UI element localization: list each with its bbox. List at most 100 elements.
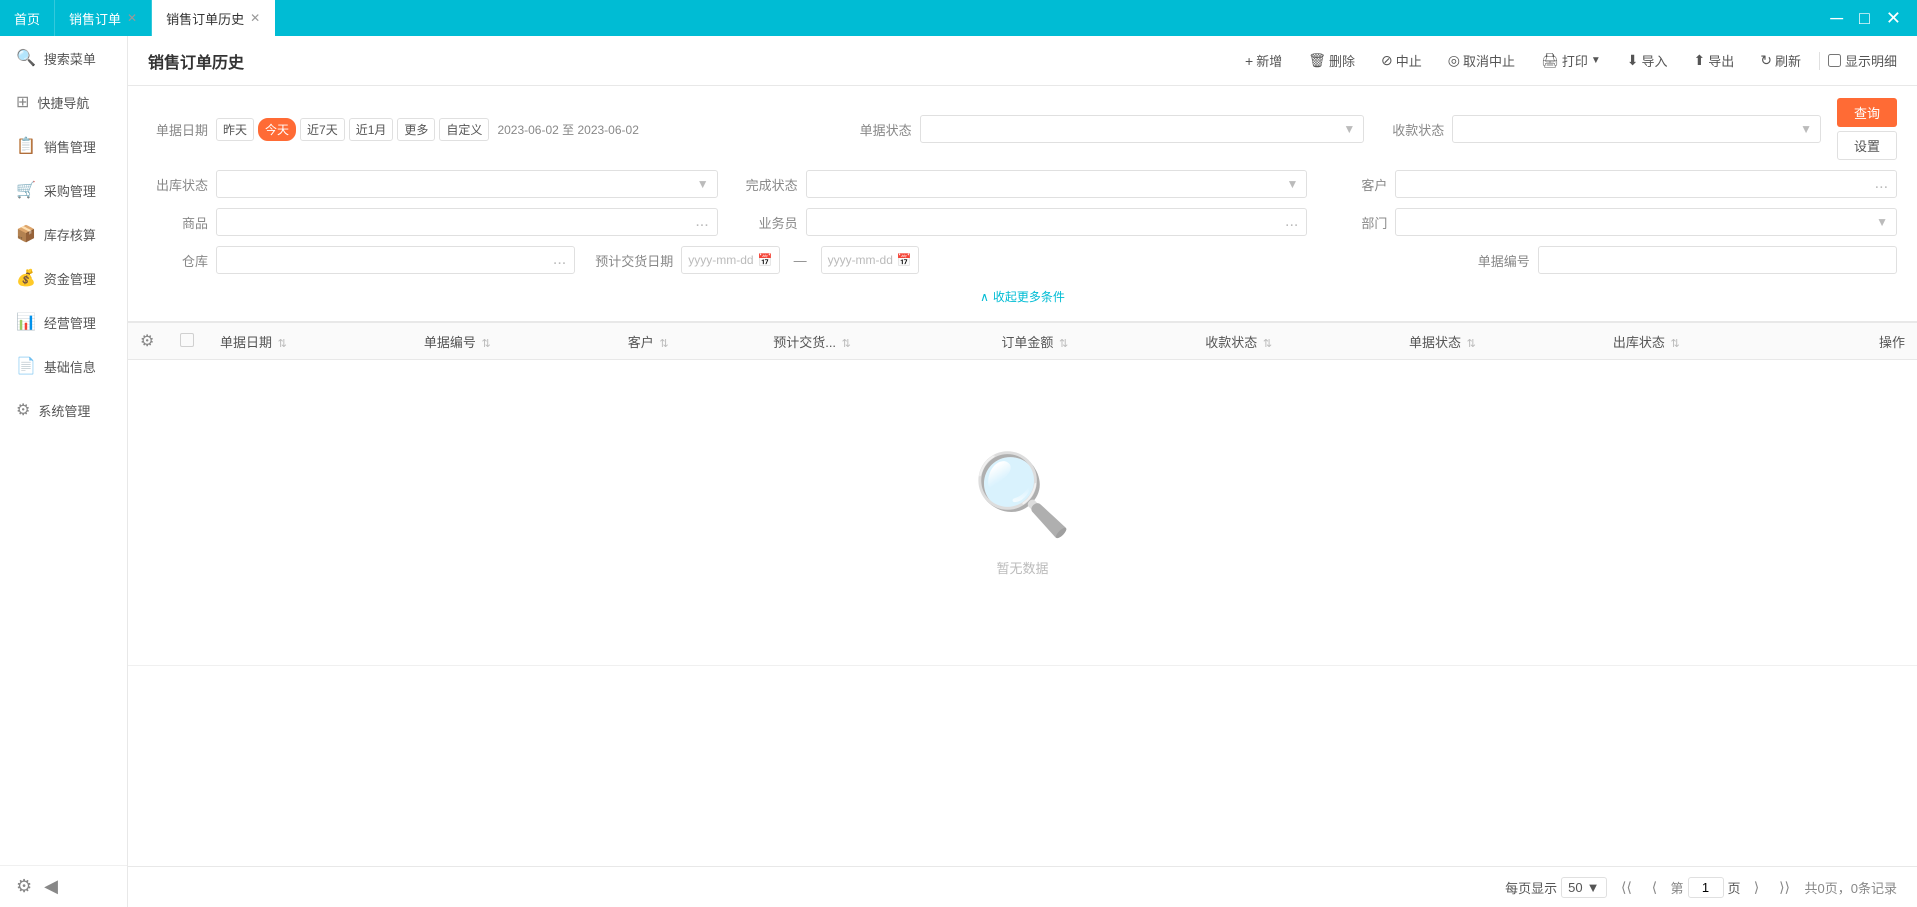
last-page-btn[interactable]: ⟩⟩ [1773,875,1797,899]
completion-status-control[interactable]: ▼ [806,170,1308,198]
payment-status-label: 收款状态 [1384,120,1444,139]
voucher-number-control[interactable] [1538,246,1897,274]
sidebar-item-quick-nav[interactable]: ⊞ 快捷导航 [0,80,127,124]
minimize-btn[interactable]: ─ [1826,8,1847,29]
product-control[interactable]: ... [216,208,718,236]
sidebar-item-sales[interactable]: 📋 销售管理 [0,124,127,168]
sidebar-item-finance[interactable]: 💰 资金管理 [0,256,127,300]
th-customer-sort[interactable]: ⇅ [659,338,668,350]
th-status: 单据状态 ⇅ [1397,323,1601,360]
display-toggle-checkbox[interactable] [1828,54,1841,67]
th-date-label: 单据日期 [220,335,272,350]
export-label: 导出 [1708,51,1734,70]
th-delivery-sort[interactable]: ⇅ [1671,338,1680,350]
th-payment-sort[interactable]: ⇅ [1263,338,1272,350]
salesperson-ellipsis[interactable]: ... [1285,213,1298,231]
voucher-status-control[interactable]: ▼ [920,115,1365,143]
tab-home[interactable]: 首页 [0,0,55,36]
calendar-to-icon[interactable]: 📅 [897,253,912,267]
sidebar-search-label: 搜索菜单 [44,49,96,68]
customer-ellipsis[interactable]: ... [1875,175,1888,193]
expected-date-to[interactable]: yyyy-mm-dd 📅 [821,246,919,274]
tab-sales-order-history[interactable]: 销售订单历史 ✕ [152,0,275,36]
prev-page-btn[interactable]: ⟨ [1643,875,1667,899]
payment-status-control[interactable]: ▼ [1452,115,1821,143]
completion-status-label: 完成状态 [738,175,798,194]
operation-icon: 📊 [16,312,36,332]
tab-sales-order-history-close[interactable]: ✕ [250,11,260,25]
page-word: 第 [1671,878,1684,897]
delivery-status-control[interactable]: ▼ [216,170,718,198]
date-more-btn[interactable]: 更多 [397,118,435,141]
next-page-btn[interactable]: ⟩ [1745,875,1769,899]
print-button[interactable]: 🖨 打印 ▼ [1531,46,1611,75]
collapse-button[interactable]: ∧ 收起更多条件 [980,284,1065,309]
department-control[interactable]: ▼ [1395,208,1897,236]
date-custom-btn[interactable]: 自定义 [439,118,489,141]
export-button[interactable]: ⬆ 导出 [1683,46,1744,75]
th-payment: 收款状态 ⇅ [1193,323,1397,360]
sidebar-bottom: ⚙ ◀ [0,865,127,907]
tab-sales-order[interactable]: 销售订单 ✕ [55,0,152,36]
tab-sales-order-close[interactable]: ✕ [127,11,137,25]
refresh-button[interactable]: ↻ 刷新 [1750,46,1811,75]
stop-button[interactable]: ⊘ 中止 [1371,46,1432,75]
th-status-sort[interactable]: ⇅ [1467,338,1476,350]
sidebar-collapse-icon[interactable]: ◀ [44,876,58,897]
sidebar-search[interactable]: 🔍 搜索菜单 [0,36,127,80]
th-amount: 订单金额 ⇅ [989,323,1193,360]
sidebar-item-basic-info[interactable]: 📄 基础信息 [0,344,127,388]
cancel-stop-icon: ◎ [1448,52,1460,69]
close-btn[interactable]: ✕ [1882,8,1905,29]
th-number-sort[interactable]: ⇅ [481,338,490,350]
sidebar-item-operation[interactable]: 📊 经营管理 [0,300,127,344]
sidebar-item-inventory[interactable]: 📦 库存核算 [0,212,127,256]
query-settings-btns: 查询 设置 [1837,98,1897,160]
add-button[interactable]: + 新增 [1235,46,1292,75]
delete-button[interactable]: 🗑 删除 [1298,46,1365,75]
customer-control[interactable]: ... [1395,170,1897,198]
refresh-icon: ↻ [1760,52,1772,69]
first-page-btn[interactable]: ⟨⟨ [1615,875,1639,899]
th-date-sort[interactable]: ⇅ [278,338,287,350]
settings-button[interactable]: 设置 [1837,131,1897,160]
sidebar-item-system[interactable]: ⚙ 系统管理 [0,388,127,432]
filter-product: 商品 ... [148,208,718,236]
sidebar-settings-icon[interactable]: ⚙ [16,876,32,897]
warehouse-control[interactable]: ... [216,246,575,274]
date-yesterday-btn[interactable]: 昨天 [216,118,254,141]
th-delivery-label: 出库状态 [1613,335,1665,350]
filter-voucher-status: 单据状态 ▼ [852,115,1365,143]
date-last1m-btn[interactable]: 近1月 [349,118,394,141]
salesperson-control[interactable]: ... [806,208,1308,236]
product-ellipsis[interactable]: ... [695,213,708,231]
select-all-checkbox[interactable] [180,333,194,347]
expected-date-from[interactable]: yyyy-mm-dd 📅 [681,246,779,274]
salesperson-label: 业务员 [738,213,798,232]
th-expected-sort[interactable]: ⇅ [842,338,851,350]
date-last7-btn[interactable]: 近7天 [300,118,345,141]
display-toggle[interactable]: 显示明细 [1828,51,1897,70]
tab-home-label: 首页 [14,9,40,28]
empty-state-illustration: 🔍 [973,448,1073,542]
page-input[interactable] [1688,877,1724,898]
page-size-label: 每页显示 [1505,878,1557,897]
date-today-btn[interactable]: 今天 [258,118,296,141]
th-amount-sort[interactable]: ⇅ [1059,338,1068,350]
sidebar-item-basic-info-label: 基础信息 [44,357,96,376]
cancel-stop-label: 取消中止 [1463,51,1515,70]
calendar-from-icon[interactable]: 📅 [758,253,773,267]
filter-customer: 客户 ... [1327,170,1897,198]
warehouse-label: 仓库 [148,251,208,270]
delivery-status-arrow: ▼ [697,177,709,191]
department-label: 部门 [1327,213,1387,232]
cancel-stop-button[interactable]: ◎ 取消中止 [1438,46,1525,75]
sidebar-item-purchase[interactable]: 🛒 采购管理 [0,168,127,212]
delete-label: 删除 [1329,51,1355,70]
warehouse-ellipsis[interactable]: ... [553,251,566,269]
page-size-box[interactable]: 50 ▼ [1561,877,1606,898]
table-settings-icon[interactable]: ⚙ [140,333,154,350]
query-button[interactable]: 查询 [1837,98,1897,127]
maximize-btn[interactable]: □ [1855,8,1874,29]
import-button[interactable]: ⬇ 导入 [1617,46,1678,75]
